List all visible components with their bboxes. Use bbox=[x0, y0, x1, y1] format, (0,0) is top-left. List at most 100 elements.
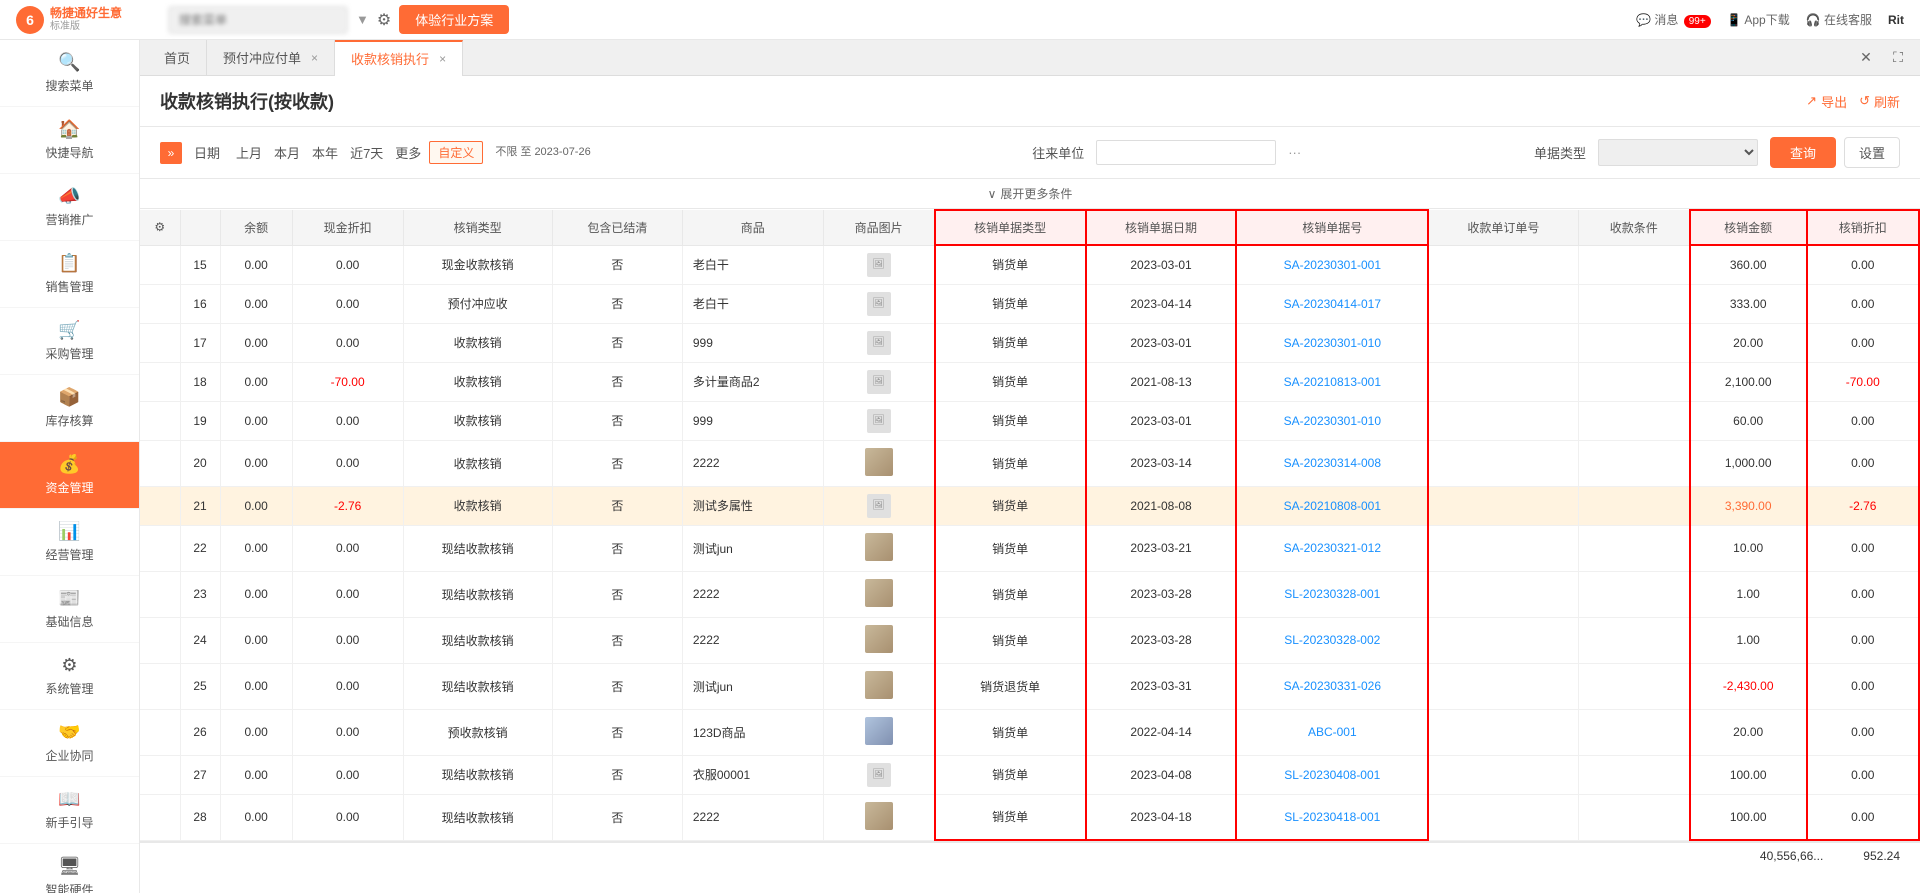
cell-writeoff-bill-no[interactable]: SL-20230328-001 bbox=[1236, 571, 1428, 617]
cell-writeoff-bill-no[interactable]: SA-20210813-001 bbox=[1236, 362, 1428, 401]
sidebar-item-basics[interactable]: 📰 基础信息 bbox=[0, 576, 139, 643]
sidebar-item-inventory[interactable]: 📦 库存核算 bbox=[0, 375, 139, 442]
writeoff-bill-no-link[interactable]: SA-20230414-017 bbox=[1284, 297, 1381, 311]
cell-writeoff-bill-type: 销货单 bbox=[935, 440, 1086, 486]
page-header: 收款核销执行(按收款) ↗ 导出 ↺ 刷新 bbox=[140, 76, 1920, 127]
user-name[interactable]: Rit bbox=[1888, 13, 1904, 27]
filter-date-more[interactable]: 更多 bbox=[391, 141, 425, 164]
cell-writeoff-bill-no[interactable]: SA-20230301-001 bbox=[1236, 245, 1428, 284]
tab-bar-close-icon[interactable]: ✕ bbox=[1852, 44, 1880, 72]
writeoff-bill-no-link[interactable]: SA-20230301-010 bbox=[1284, 414, 1381, 428]
cell-seq: 23 bbox=[180, 571, 220, 617]
cell-gear bbox=[140, 755, 180, 794]
cell-writeoff-bill-no[interactable]: SA-20230301-010 bbox=[1236, 323, 1428, 362]
export-button[interactable]: ↗ 导出 bbox=[1806, 92, 1847, 111]
filter-expand-button[interactable]: » bbox=[160, 142, 182, 164]
cell-writeoff-bill-no[interactable]: ABC-001 bbox=[1236, 709, 1428, 755]
cell-writeoff-discount: 0.00 bbox=[1807, 401, 1919, 440]
cell-gear bbox=[140, 323, 180, 362]
cell-writeoff-amount: 1.00 bbox=[1690, 617, 1807, 663]
filter-date-thisyear[interactable]: 本年 bbox=[308, 141, 342, 164]
cell-cash-discount: 0.00 bbox=[292, 663, 403, 709]
notification-label: 消息 bbox=[1654, 13, 1678, 27]
writeoff-bill-no-link[interactable]: SL-20230408-001 bbox=[1284, 768, 1380, 782]
tab-home[interactable]: 首页 bbox=[148, 40, 207, 76]
filter-dots[interactable]: ··· bbox=[1288, 145, 1301, 160]
cell-writeoff-bill-no[interactable]: SL-20230418-001 bbox=[1236, 794, 1428, 840]
sidebar-item-search[interactable]: 🔍 搜索菜单 bbox=[0, 40, 139, 107]
cell-writeoff-bill-no[interactable]: SL-20230328-002 bbox=[1236, 617, 1428, 663]
writeoff-bill-no-link[interactable]: SA-20230301-001 bbox=[1284, 258, 1381, 272]
notification-area[interactable]: 💬 消息 99+ bbox=[1636, 11, 1711, 28]
cell-balance: 0.00 bbox=[220, 323, 292, 362]
cell-writeoff-bill-type: 销货单 bbox=[935, 245, 1086, 284]
top-bar-right: 💬 消息 99+ 📱 App下载 🎧 在线客服 Rit bbox=[1636, 11, 1904, 28]
sidebar-item-sales[interactable]: 📋 销售管理 bbox=[0, 241, 139, 308]
online-service-link[interactable]: 🎧 在线客服 bbox=[1806, 11, 1872, 28]
cell-writeoff-bill-no[interactable]: SA-20230301-010 bbox=[1236, 401, 1428, 440]
writeoff-bill-no-link[interactable]: SL-20230328-001 bbox=[1284, 587, 1380, 601]
cell-writeoff-bill-no[interactable]: SA-20230414-017 bbox=[1236, 284, 1428, 323]
writeoff-bill-no-link[interactable]: SL-20230418-001 bbox=[1284, 810, 1380, 824]
tab-receipt-writeoff[interactable]: 收款核销执行 × bbox=[335, 40, 463, 76]
system-icon: ⚙ bbox=[61, 655, 77, 676]
col-header-writeoff-bill-type: 核销单据类型 bbox=[935, 210, 1086, 245]
cell-receipt-order-no bbox=[1428, 362, 1578, 401]
writeoff-bill-no-link[interactable]: SA-20210813-001 bbox=[1284, 375, 1381, 389]
app-download-link[interactable]: 📱 App下载 bbox=[1727, 11, 1790, 28]
cell-writeoff-bill-no[interactable]: SL-20230408-001 bbox=[1236, 755, 1428, 794]
filter-bill-type-label: 单据类型 bbox=[1534, 143, 1586, 162]
col-header-gear[interactable]: ⚙ bbox=[140, 210, 180, 245]
tab-receipt-writeoff-close[interactable]: × bbox=[439, 52, 446, 66]
tab-prepay-close[interactable]: × bbox=[311, 51, 318, 65]
sidebar-item-finance[interactable]: 💰 资金管理 bbox=[0, 442, 139, 509]
sidebar-item-operations[interactable]: 📊 经营管理 bbox=[0, 509, 139, 576]
sidebar-item-collab[interactable]: 🤝 企业协同 bbox=[0, 710, 139, 777]
search-input[interactable] bbox=[168, 6, 348, 34]
sidebar-item-marketing[interactable]: 📣 营销推广 bbox=[0, 174, 139, 241]
tab-bar-expand-icon[interactable]: ⛶ bbox=[1884, 44, 1912, 72]
writeoff-bill-no-link[interactable]: SL-20230328-002 bbox=[1284, 633, 1380, 647]
sidebar-item-purchase[interactable]: 🛒 采购管理 bbox=[0, 308, 139, 375]
cell-seq: 18 bbox=[180, 362, 220, 401]
writeoff-bill-no-link[interactable]: ABC-001 bbox=[1308, 725, 1357, 739]
cell-writeoff-date: 2023-03-28 bbox=[1086, 571, 1237, 617]
dropdown-icon[interactable]: ▼ bbox=[356, 12, 369, 27]
writeoff-bill-no-link[interactable]: SA-20230321-012 bbox=[1284, 541, 1381, 555]
sidebar-item-system[interactable]: ⚙ 系统管理 bbox=[0, 643, 139, 710]
footer-total-amount: 40,556,66... bbox=[1760, 849, 1823, 863]
refresh-button[interactable]: ↺ 刷新 bbox=[1859, 92, 1900, 111]
filter-date-custom[interactable]: 自定义 bbox=[429, 141, 483, 164]
cell-writeoff-bill-no[interactable]: SA-20230314-008 bbox=[1236, 440, 1428, 486]
writeoff-bill-no-link[interactable]: SA-20230314-008 bbox=[1284, 456, 1381, 470]
filter-date-thismonth[interactable]: 本月 bbox=[270, 141, 304, 164]
product-image bbox=[865, 533, 893, 561]
writeoff-bill-no-link[interactable]: SA-20230301-010 bbox=[1284, 336, 1381, 350]
col-header-writeoff-discount: 核销折扣 bbox=[1807, 210, 1919, 245]
cell-receipt-condition bbox=[1578, 245, 1690, 284]
cell-writeoff-discount: 0.00 bbox=[1807, 284, 1919, 323]
cell-product-img bbox=[823, 663, 935, 709]
settings-icon[interactable]: ⚙ bbox=[377, 10, 391, 30]
sidebar-item-guide[interactable]: 📖 新手引导 bbox=[0, 777, 139, 844]
writeoff-bill-no-link[interactable]: SA-20210808-001 bbox=[1284, 499, 1381, 513]
filter-bill-type-select[interactable] bbox=[1598, 139, 1758, 166]
cell-seq: 26 bbox=[180, 709, 220, 755]
cell-writeoff-bill-no[interactable]: SA-20230321-012 bbox=[1236, 525, 1428, 571]
filter-date-7days[interactable]: 近7天 bbox=[346, 141, 387, 164]
cell-writeoff-bill-no[interactable]: SA-20210808-001 bbox=[1236, 486, 1428, 525]
table-container[interactable]: ⚙ 余额 现金折扣 核销类型 包含已结清 商品 商品图片 核销单据类型 核销单据… bbox=[140, 209, 1920, 893]
cell-gear bbox=[140, 794, 180, 840]
industry-solution-button[interactable]: 体验行业方案 bbox=[399, 5, 509, 34]
sidebar-item-quicknav[interactable]: 🏠 快捷导航 bbox=[0, 107, 139, 174]
query-button[interactable]: 查询 bbox=[1770, 137, 1836, 168]
top-bar-center: ▼ ⚙ 体验行业方案 bbox=[168, 5, 1624, 34]
filter-date-lastmonth[interactable]: 上月 bbox=[232, 141, 266, 164]
expand-more-button[interactable]: ∨ 展开更多条件 bbox=[988, 185, 1073, 202]
cell-writeoff-bill-no[interactable]: SA-20230331-026 bbox=[1236, 663, 1428, 709]
setting-button[interactable]: 设置 bbox=[1844, 137, 1900, 168]
tab-prepay[interactable]: 预付冲应付单 × bbox=[207, 40, 335, 76]
sidebar-item-hardware[interactable]: 🖥 智能硬件 bbox=[0, 844, 139, 893]
filter-from-unit-input[interactable] bbox=[1096, 140, 1276, 165]
writeoff-bill-no-link[interactable]: SA-20230331-026 bbox=[1284, 679, 1381, 693]
